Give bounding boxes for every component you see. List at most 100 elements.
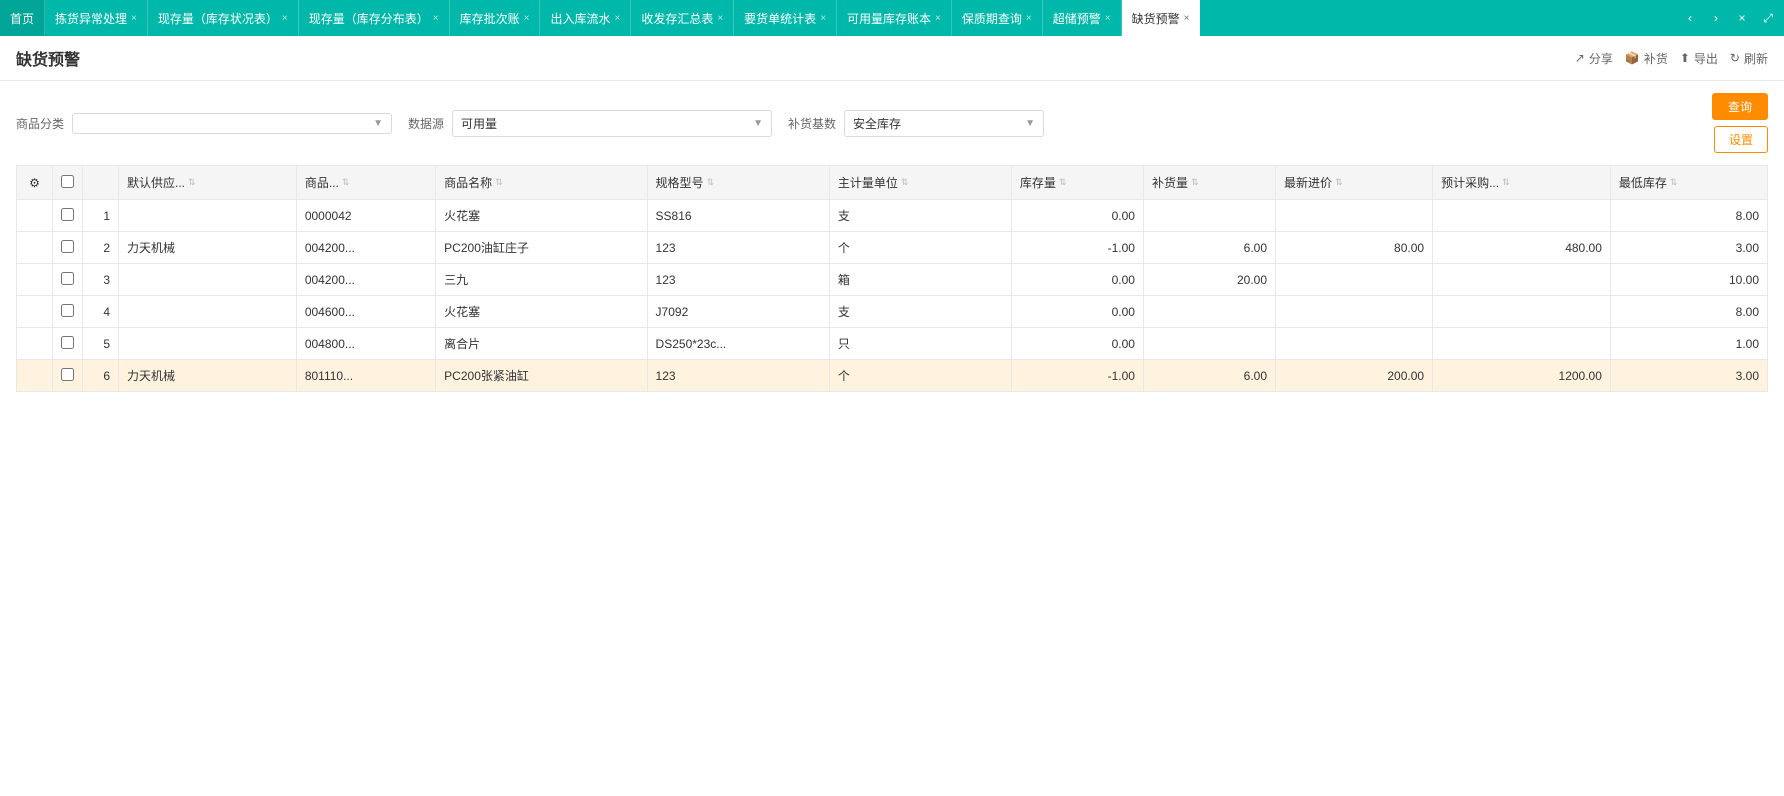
tab-demand-stats[interactable]: 要货单统计表 × — [734, 0, 837, 36]
tab-available-ledger[interactable]: 可用量库存账本 × — [837, 0, 952, 36]
close-icon[interactable]: × — [820, 13, 826, 24]
row-gear-cell — [17, 296, 53, 328]
col-est-purchase[interactable]: 预计采购... ⇅ — [1433, 166, 1611, 200]
row-gear-cell — [17, 232, 53, 264]
row-stock: -1.00 — [1011, 232, 1143, 264]
row-code: 801110... — [296, 360, 435, 392]
row-checkbox-cell[interactable] — [53, 232, 83, 264]
row-num: 6 — [83, 360, 119, 392]
col-code[interactable]: 商品... ⇅ — [296, 166, 435, 200]
select-all-checkbox[interactable] — [61, 175, 74, 188]
row-checkbox[interactable] — [61, 304, 74, 317]
tab-shortage[interactable]: 缺货预警 × — [1122, 0, 1201, 36]
category-filter-group: 商品分类 ▼ — [16, 113, 392, 134]
replenish-button[interactable]: 📦 补货 — [1625, 50, 1668, 67]
col-unit[interactable]: 主计量单位 ⇅ — [829, 166, 1011, 200]
tab-pick-exception[interactable]: 拣货异常处理 × — [45, 0, 148, 36]
row-checkbox[interactable] — [61, 272, 74, 285]
col-spec[interactable]: 规格型号 ⇅ — [647, 166, 829, 200]
close-icon[interactable]: × — [282, 13, 288, 24]
row-num: 4 — [83, 296, 119, 328]
close-icon[interactable]: × — [614, 13, 620, 24]
close-icon[interactable]: × — [935, 13, 941, 24]
tab-stock-dist[interactable]: 现存量（库存分布表） × — [299, 0, 450, 36]
close-icon[interactable]: × — [1184, 13, 1190, 24]
close-icon[interactable]: × — [433, 13, 439, 24]
col-checkbox-header[interactable] — [53, 166, 83, 200]
sort-icon: ⇅ — [1670, 177, 1678, 188]
row-latest-price — [1276, 200, 1433, 232]
nav-expand-button[interactable]: ⤢ — [1756, 6, 1780, 30]
tab-shelf-life[interactable]: 保质期查询 × — [952, 0, 1043, 36]
col-replenish[interactable]: 补货量 ⇅ — [1143, 166, 1275, 200]
refresh-button[interactable]: ↻ 刷新 — [1730, 50, 1768, 67]
nav-next-button[interactable]: › — [1704, 6, 1728, 30]
datasource-select[interactable]: 可用量 ▼ — [452, 110, 772, 137]
row-checkbox-cell[interactable] — [53, 200, 83, 232]
settings-button[interactable]: 设置 — [1714, 126, 1768, 153]
row-checkbox[interactable] — [61, 336, 74, 349]
share-button[interactable]: ↗ 分享 — [1575, 50, 1613, 67]
datasource-filter-group: 数据源 可用量 ▼ — [408, 110, 772, 137]
close-icon[interactable]: × — [717, 13, 723, 24]
row-supplier — [119, 200, 297, 232]
col-name[interactable]: 商品名称 ⇅ — [436, 166, 647, 200]
tab-home[interactable]: 首页 — [0, 0, 45, 36]
col-supplier[interactable]: 默认供应... ⇅ — [119, 166, 297, 200]
row-est-purchase — [1433, 264, 1611, 296]
row-gear-cell — [17, 328, 53, 360]
tab-overstock[interactable]: 超储预警 × — [1043, 0, 1122, 36]
replenish-base-select[interactable]: 安全库存 ▼ — [844, 110, 1044, 137]
tab-receive-send[interactable]: 收发存汇总表 × — [631, 0, 734, 36]
nav-close-button[interactable]: × — [1730, 6, 1754, 30]
close-icon[interactable]: × — [1026, 13, 1032, 24]
row-spec: J7092 — [647, 296, 829, 328]
tab-batch-account[interactable]: 库存批次账 × — [450, 0, 541, 36]
page-header: 缺货预警 ↗ 分享 📦 补货 ⬆ 导出 ↻ 刷新 — [0, 36, 1784, 81]
row-stock: 0.00 — [1011, 296, 1143, 328]
close-icon[interactable]: × — [524, 13, 530, 24]
col-gear[interactable]: ⚙ — [17, 166, 53, 200]
close-icon[interactable]: × — [131, 13, 137, 24]
table-row: 4 004600... 火花塞 J7092 支 0.00 8.00 — [17, 296, 1768, 328]
col-stock[interactable]: 库存量 ⇅ — [1011, 166, 1143, 200]
row-gear-cell — [17, 264, 53, 296]
tab-inout-flow[interactable]: 出入库流水 × — [540, 0, 631, 36]
row-unit: 支 — [829, 200, 1011, 232]
top-nav: 首页 拣货异常处理 × 现存量（库存状况表） × 现存量（库存分布表） × 库存… — [0, 0, 1784, 36]
row-checkbox[interactable] — [61, 240, 74, 253]
row-checkbox-cell[interactable] — [53, 360, 83, 392]
row-stock: 0.00 — [1011, 200, 1143, 232]
query-button[interactable]: 查询 — [1712, 93, 1768, 120]
row-stock: 0.00 — [1011, 264, 1143, 296]
row-checkbox[interactable] — [61, 208, 74, 221]
category-select[interactable]: ▼ — [72, 113, 392, 134]
row-checkbox[interactable] — [61, 368, 74, 381]
row-spec: 123 — [647, 232, 829, 264]
row-latest-price: 200.00 — [1276, 360, 1433, 392]
row-code: 004200... — [296, 232, 435, 264]
row-est-purchase — [1433, 328, 1611, 360]
row-name: 三九 — [436, 264, 647, 296]
row-min-stock: 3.00 — [1610, 360, 1767, 392]
row-gear-cell — [17, 200, 53, 232]
row-num: 1 — [83, 200, 119, 232]
row-checkbox-cell[interactable] — [53, 328, 83, 360]
row-checkbox-cell[interactable] — [53, 296, 83, 328]
row-checkbox-cell[interactable] — [53, 264, 83, 296]
col-min-stock[interactable]: 最低库存 ⇅ — [1610, 166, 1767, 200]
row-min-stock: 3.00 — [1610, 232, 1767, 264]
col-latest-price[interactable]: 最新进价 ⇅ — [1276, 166, 1433, 200]
close-icon[interactable]: × — [1105, 13, 1111, 24]
export-button[interactable]: ⬆ 导出 — [1680, 50, 1718, 67]
table-container: ⚙ 默认供应... ⇅ 商品.. — [0, 165, 1784, 392]
row-latest-price — [1276, 296, 1433, 328]
nav-prev-button[interactable]: ‹ — [1678, 6, 1702, 30]
data-table: ⚙ 默认供应... ⇅ 商品.. — [16, 165, 1768, 392]
category-label: 商品分类 — [16, 115, 64, 132]
tab-stock-status[interactable]: 现存量（库存状况表） × — [148, 0, 299, 36]
row-spec: 123 — [647, 360, 829, 392]
row-replenish: 6.00 — [1143, 360, 1275, 392]
table-body: 1 0000042 火花塞 SS816 支 0.00 8.00 2 力天机械 0… — [17, 200, 1768, 392]
sort-icon: ⇅ — [188, 177, 196, 188]
